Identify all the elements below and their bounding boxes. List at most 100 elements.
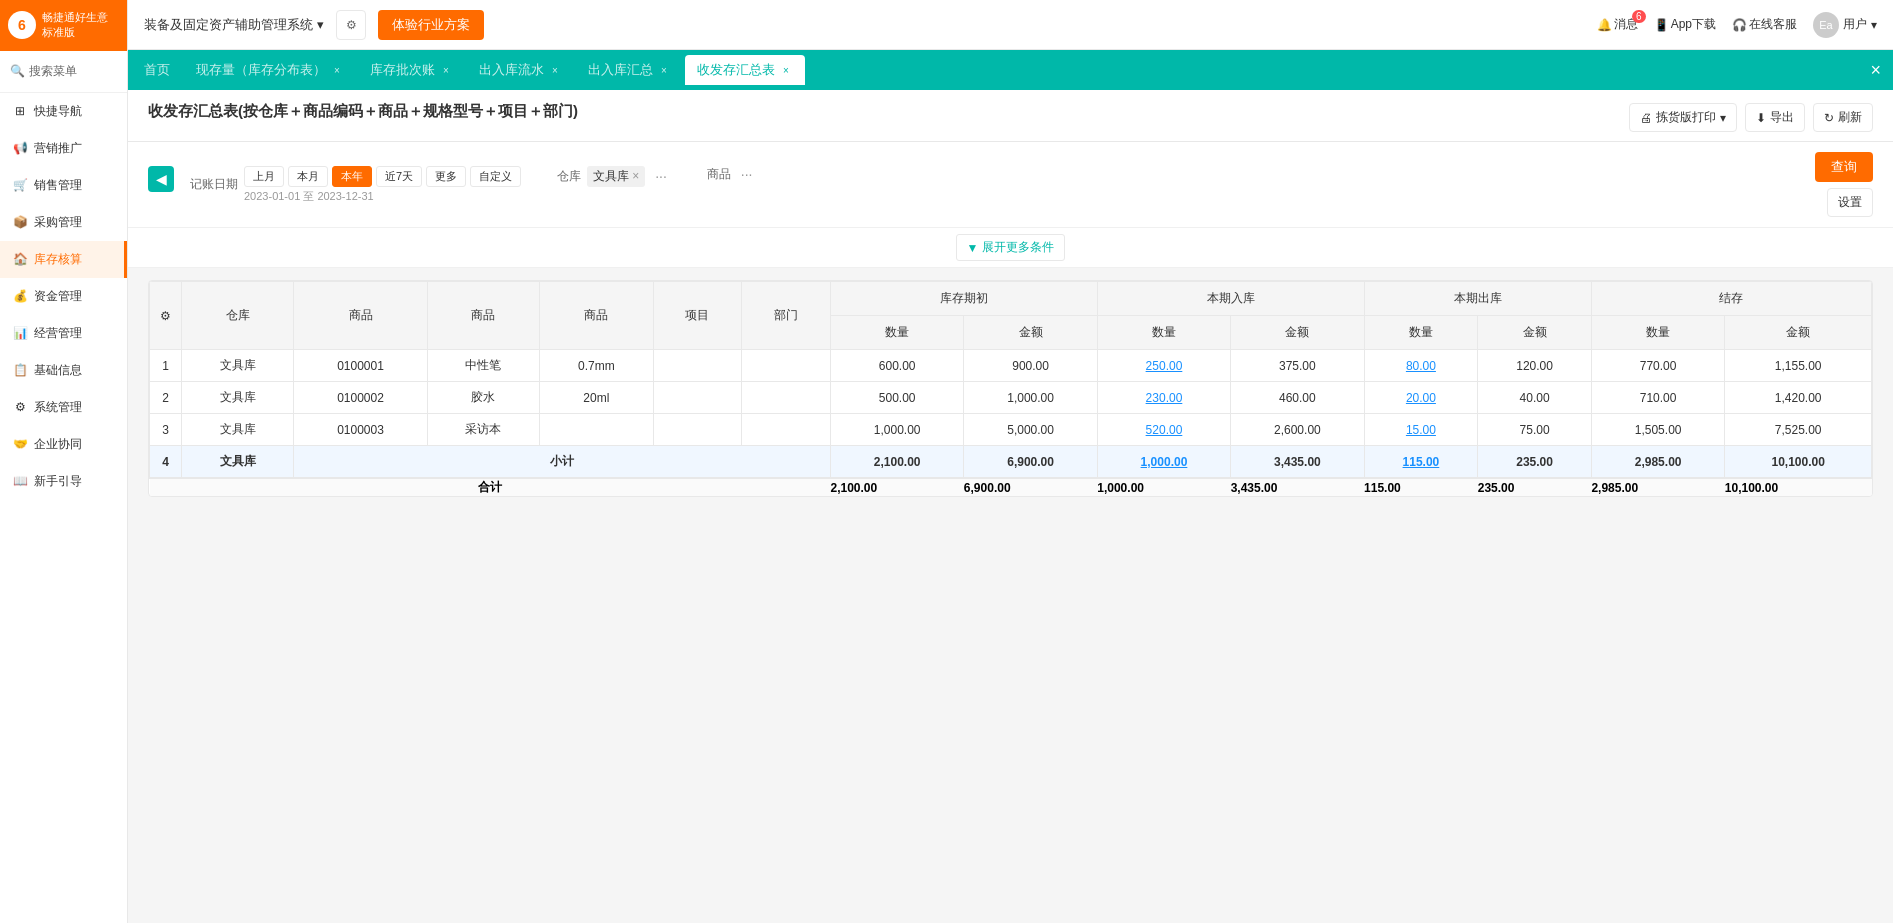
date-btn-last-month[interactable]: 上月 <box>244 166 284 187</box>
tab-stock-flow[interactable]: 出入库流水 × <box>467 55 574 85</box>
date-filter-buttons: 上月 本月 本年 近7天 更多 自定义 2023-01-01 至 2023-12… <box>244 166 521 204</box>
warehouse-filter-group: 仓库 文具库 × ··· <box>557 166 671 187</box>
tab-recv-send[interactable]: 收发存汇总表 × <box>685 55 805 85</box>
tab-stock-summary-label: 出入库汇总 <box>588 61 653 79</box>
tab-stock-dist-close[interactable]: × <box>330 63 344 77</box>
row-in-qty[interactable]: 250.00 <box>1097 350 1230 382</box>
goods-more[interactable]: ··· <box>737 166 757 182</box>
warehouse-tag-close[interactable]: × <box>632 169 639 183</box>
finance-icon: 💰 <box>12 288 28 304</box>
date-btn-this-month[interactable]: 本月 <box>288 166 328 187</box>
tab-bar: 首页 现存量（库存分布表） × 库存批次账 × 出入库流水 × 出入库汇总 × … <box>128 50 1893 90</box>
operations-icon: 📊 <box>12 325 28 341</box>
row-warehouse: 文具库 <box>182 350 294 382</box>
export-label: 导出 <box>1770 109 1794 126</box>
row-in-qty[interactable]: 230.00 <box>1097 382 1230 414</box>
subtotal-open-qty: 2,100.00 <box>830 446 963 479</box>
page-title-row: 收发存汇总表(按仓库＋商品编码＋商品＋规格型号＋项目＋部门) 🖨 拣货版打印 ▾… <box>148 102 1873 133</box>
row-goods-spec: 20ml <box>540 382 654 414</box>
table-footer: 合计 2,100.00 6,900.00 1,000.00 3,435.00 1… <box>150 478 1872 496</box>
sidebar-item-new-guide[interactable]: 📖 新手引导 <box>0 463 127 500</box>
tab-home[interactable]: 首页 <box>132 55 182 85</box>
tab-batch-ledger-close[interactable]: × <box>439 63 453 77</box>
tab-stock-flow-close[interactable]: × <box>548 63 562 77</box>
main-area: 装备及固定资产辅助管理系统 ▾ ⚙ 体验行业方案 🔔 消息 6 📱 App下载 … <box>128 0 1893 923</box>
sidebar-item-quick-nav[interactable]: ⊞ 快捷导航 <box>0 93 127 130</box>
search-icon: 🔍 <box>10 64 25 78</box>
online-service-button[interactable]: 🎧 在线客服 <box>1732 16 1797 33</box>
tab-recv-send-close[interactable]: × <box>779 63 793 77</box>
notification-button[interactable]: 🔔 消息 6 <box>1597 16 1638 33</box>
filter-toggle-button[interactable]: ◀ <box>148 166 174 192</box>
topbar: 装备及固定资产辅助管理系统 ▾ ⚙ 体验行业方案 🔔 消息 6 📱 App下载 … <box>128 0 1893 50</box>
sidebar-item-sales[interactable]: 🛒 销售管理 <box>0 167 127 204</box>
row-project <box>653 382 742 414</box>
expand-row: ▼ 展开更多条件 <box>128 228 1893 268</box>
date-btn-7days[interactable]: 近7天 <box>376 166 422 187</box>
logo-icon: 6 <box>8 11 36 39</box>
date-btn-more[interactable]: 更多 <box>426 166 466 187</box>
print-button[interactable]: 🖨 拣货版打印 ▾ <box>1629 103 1737 132</box>
row-bal-amt: 7,525.00 <box>1725 414 1872 446</box>
sidebar-item-system[interactable]: ⚙ 系统管理 <box>0 389 127 426</box>
sidebar-item-operations[interactable]: 📊 经营管理 <box>0 315 127 352</box>
inventory-icon: 🏠 <box>12 251 28 267</box>
row-out-qty[interactable]: 80.00 <box>1364 350 1478 382</box>
data-table: ⚙ 仓库 商品 商品 商品 项目 部门 库存期初 本期入库 本期出库 结存 数量 <box>149 281 1872 496</box>
subtotal-out-qty[interactable]: 115.00 <box>1364 446 1478 479</box>
search-menu-label: 搜索菜单 <box>29 63 77 80</box>
table-header-top: ⚙ 仓库 商品 商品 商品 项目 部门 库存期初 本期入库 本期出库 结存 <box>150 282 1872 316</box>
goods-filter-group: 商品 ··· <box>707 166 757 183</box>
warehouse-tag: 文具库 × <box>587 166 645 187</box>
sidebar-item-inventory[interactable]: 🏠 库存核算 <box>0 241 127 278</box>
tab-home-label: 首页 <box>144 61 170 79</box>
date-btn-custom[interactable]: 自定义 <box>470 166 521 187</box>
expand-conditions-button[interactable]: ▼ 展开更多条件 <box>956 234 1066 261</box>
tab-stock-dist[interactable]: 现存量（库存分布表） × <box>184 55 356 85</box>
row-goods-code: 0100002 <box>294 382 427 414</box>
col-header-opening: 库存期初 <box>830 282 1097 316</box>
total-in-amt: 3,435.00 <box>1231 478 1364 496</box>
page-title: 收发存汇总表(按仓库＋商品编码＋商品＋规格型号＋项目＋部门) <box>148 102 578 121</box>
sales-icon: 🛒 <box>12 177 28 193</box>
close-all-tabs-button[interactable]: × <box>1862 60 1889 81</box>
sidebar-item-purchase[interactable]: 📦 采购管理 <box>0 204 127 241</box>
warehouse-more[interactable]: ··· <box>651 168 671 184</box>
tab-stock-summary[interactable]: 出入库汇总 × <box>576 55 683 85</box>
system-title[interactable]: 装备及固定资产辅助管理系统 ▾ <box>144 16 324 34</box>
search-menu-button[interactable]: 🔍 搜索菜单 <box>8 59 119 84</box>
sidebar-item-finance[interactable]: 💰 资金管理 <box>0 278 127 315</box>
row-in-qty[interactable]: 520.00 <box>1097 414 1230 446</box>
row-out-qty[interactable]: 20.00 <box>1364 382 1478 414</box>
refresh-button[interactable]: ↻ 刷新 <box>1813 103 1873 132</box>
sidebar-item-marketing[interactable]: 📢 营销推广 <box>0 130 127 167</box>
tab-stock-summary-close[interactable]: × <box>657 63 671 77</box>
table-settings-col[interactable]: ⚙ <box>150 282 182 350</box>
row-out-qty[interactable]: 15.00 <box>1364 414 1478 446</box>
settings-button[interactable]: 设置 <box>1827 188 1873 217</box>
row-dept <box>742 414 831 446</box>
table-body: 1 文具库 0100001 中性笔 0.7mm 600.00 900.00 25… <box>150 350 1872 479</box>
online-service-label: 在线客服 <box>1749 16 1797 33</box>
subtotal-in-qty[interactable]: 1,000.00 <box>1097 446 1230 479</box>
gear-icon: ⚙ <box>346 18 357 32</box>
row-no: 3 <box>150 414 182 446</box>
user-menu-button[interactable]: Ea 用户 ▾ <box>1813 12 1877 38</box>
user-label: 用户 <box>1843 16 1867 33</box>
trial-button[interactable]: 体验行业方案 <box>378 10 484 40</box>
export-button[interactable]: ⬇ 导出 <box>1745 103 1805 132</box>
query-button[interactable]: 查询 <box>1815 152 1873 182</box>
row-bal-amt: 1,420.00 <box>1725 382 1872 414</box>
settings-gear-button[interactable]: ⚙ <box>336 10 366 40</box>
tab-batch-ledger[interactable]: 库存批次账 × <box>358 55 465 85</box>
total-bal-amt: 10,100.00 <box>1725 478 1872 496</box>
row-out-amt: 75.00 <box>1478 414 1592 446</box>
sidebar-item-enterprise[interactable]: 🤝 企业协同 <box>0 426 127 463</box>
base-info-icon: 📋 <box>12 362 28 378</box>
date-btn-this-year[interactable]: 本年 <box>332 166 372 187</box>
row-bal-qty: 710.00 <box>1591 382 1724 414</box>
total-out-qty: 115.00 <box>1364 478 1478 496</box>
sidebar-item-base-info[interactable]: 📋 基础信息 <box>0 352 127 389</box>
filter-actions-right: 查询 设置 <box>1815 152 1873 217</box>
app-download-button[interactable]: 📱 App下载 <box>1654 16 1716 33</box>
